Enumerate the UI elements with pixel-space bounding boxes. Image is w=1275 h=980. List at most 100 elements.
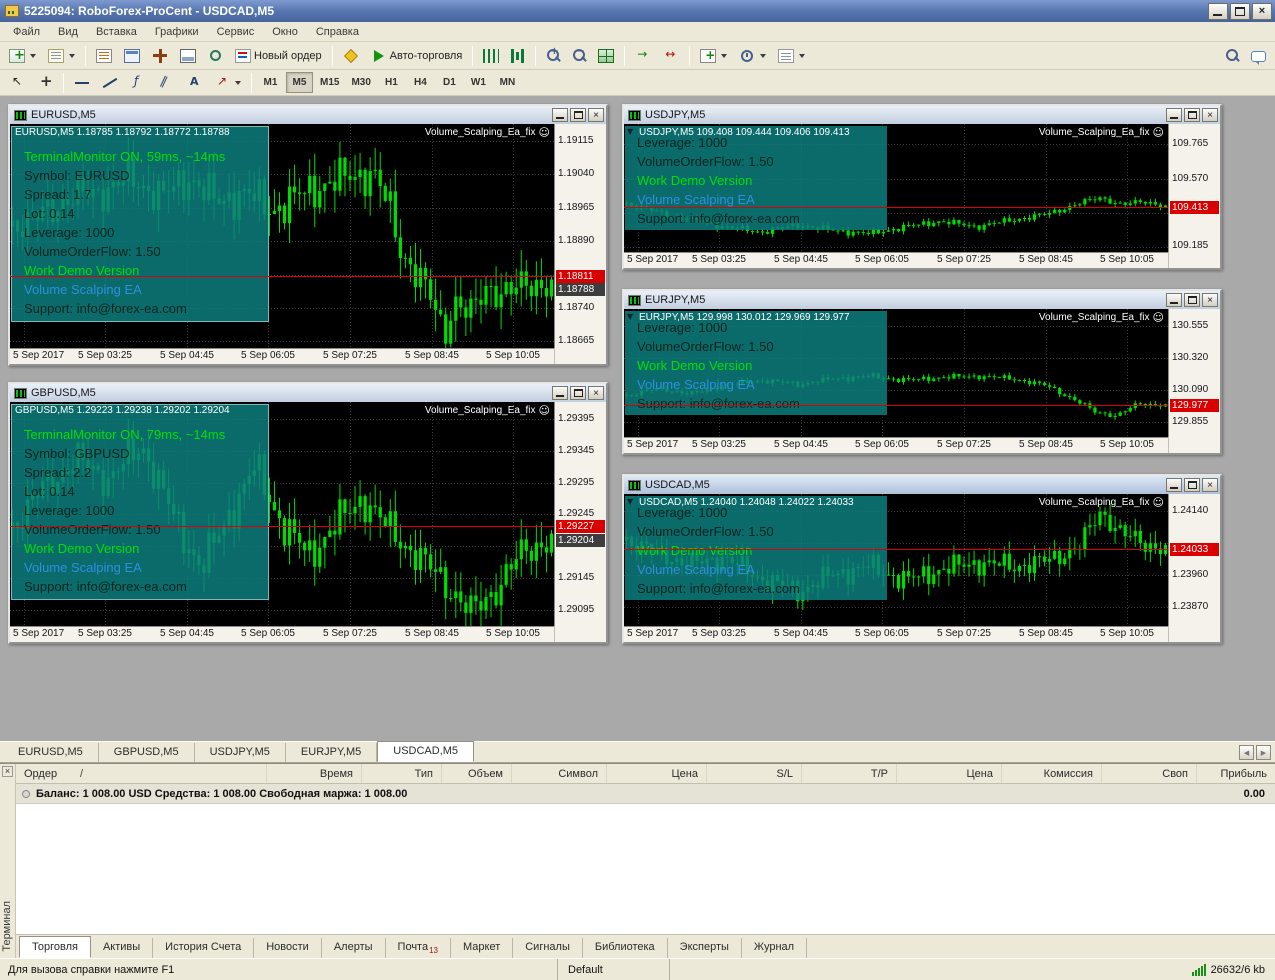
price-scale[interactable]: 1.19115 1.19040 1.18965 1.18890 1.18740 1.186…	[554, 124, 606, 348]
chart-maximize-button[interactable]	[1184, 478, 1200, 492]
menu-help[interactable]: Справка	[307, 24, 368, 40]
chart-maximize-button[interactable]	[570, 386, 586, 400]
chart-close-button[interactable]: ×	[588, 386, 604, 400]
new-order-button[interactable]: Новый ордер	[230, 44, 327, 68]
terminal-tab-account-history[interactable]: История Счета	[153, 938, 255, 958]
terminal-tab-trade[interactable]: Торговля	[19, 936, 91, 958]
community-button[interactable]	[1246, 44, 1271, 68]
terminal-tab-library[interactable]: Библиотека	[583, 938, 668, 958]
channel-button[interactable]	[153, 71, 179, 95]
chart-tab-gbpusd[interactable]: GBPUSD,M5	[99, 743, 195, 762]
column-header-6[interactable]: Цена	[606, 764, 706, 783]
horizontal-line-button[interactable]	[69, 71, 95, 95]
time-scale[interactable]: 5 Sep 2017 5 Sep 03:25 5 Sep 04:45 5 Sep 06…	[10, 626, 554, 642]
terminal-tab-alerts[interactable]: Алерты	[322, 938, 386, 958]
column-header-1[interactable]: Ордер /	[16, 764, 266, 783]
navigator-button[interactable]	[147, 44, 173, 68]
close-button[interactable]: ×	[1252, 2, 1272, 20]
menu-insert[interactable]: Вставка	[87, 24, 146, 40]
chart-minimize-button[interactable]	[552, 108, 568, 122]
chart-window-titlebar[interactable]: USDJPY,M5 ×	[624, 106, 1220, 124]
terminal-close-button[interactable]: ×	[2, 766, 13, 777]
chart-dropdown-arrow-icon[interactable]: ▼	[627, 312, 633, 321]
terminal-tab-exposure[interactable]: Активы	[91, 938, 154, 958]
column-header-7[interactable]: S/L	[706, 764, 801, 783]
column-header-5[interactable]: Символ	[511, 764, 606, 783]
price-scale[interactable]: 109.765 109.570 109.185 109.413	[1168, 124, 1220, 252]
zoom-in-button[interactable]	[541, 44, 565, 68]
time-scale[interactable]: 5 Sep 2017 5 Sep 03:25 5 Sep 04:45 5 Sep 06…	[624, 437, 1168, 453]
text-label-button[interactable]	[181, 71, 207, 95]
menu-window[interactable]: Окно	[263, 24, 307, 40]
column-header-8[interactable]: T/P	[801, 764, 896, 783]
timeframe-mn[interactable]: MN	[494, 72, 521, 93]
chart-close-button[interactable]: ×	[588, 108, 604, 122]
column-header-11[interactable]: Своп	[1101, 764, 1196, 783]
status-profile[interactable]: Default	[558, 959, 670, 980]
chart-minimize-button[interactable]	[1166, 293, 1182, 307]
chart-window-titlebar[interactable]: GBPUSD,M5 ×	[10, 384, 606, 402]
menu-file[interactable]: Файл	[4, 24, 49, 40]
search-button[interactable]	[1220, 44, 1244, 68]
chart-close-button[interactable]: ×	[1202, 108, 1218, 122]
terminal-tab-market[interactable]: Маркет	[451, 938, 514, 958]
menu-tools[interactable]: Сервис	[208, 24, 264, 40]
price-scale[interactable]: 130.555 130.320 130.090 129.855 129.977	[1168, 309, 1220, 437]
chart-shift-button[interactable]	[658, 44, 684, 68]
strategy-tester-button[interactable]	[203, 44, 228, 68]
chart-plot-area[interactable]: Leverage: 1000 VolumeOrderFlow: 1.50 Work …	[624, 124, 1168, 252]
column-header-3[interactable]: Тип	[361, 764, 441, 783]
time-scale[interactable]: 5 Sep 2017 5 Sep 03:25 5 Sep 04:45 5 Sep 06…	[624, 626, 1168, 642]
auto-scroll-button[interactable]	[630, 44, 656, 68]
terminal-tab-mailbox[interactable]: Почта13	[386, 938, 451, 958]
chart-window-titlebar[interactable]: USDCAD,M5 ×	[624, 476, 1220, 494]
chart-plot-area[interactable]: Leverage: 1000 VolumeOrderFlow: 1.50 Work …	[624, 309, 1168, 437]
terminal-tab-journal[interactable]: Журнал	[742, 938, 808, 958]
terminal-tab-experts[interactable]: Эксперты	[668, 938, 742, 958]
chart-candles-button[interactable]	[506, 44, 530, 68]
price-scale[interactable]: 1.24140 1.23960 1.23870 1.24033	[1168, 494, 1220, 626]
timeframe-h4[interactable]: H4	[407, 72, 434, 93]
chart-bars-button[interactable]	[478, 44, 504, 68]
metaeditor-button[interactable]	[338, 44, 364, 68]
terminal-button[interactable]	[175, 44, 201, 68]
chart-dropdown-arrow-icon[interactable]: ▼	[627, 497, 633, 506]
data-window-button[interactable]	[119, 44, 145, 68]
timeframe-h1[interactable]: H1	[378, 72, 405, 93]
chart-close-button[interactable]: ×	[1202, 478, 1218, 492]
market-watch-button[interactable]	[91, 44, 117, 68]
chart-tab-usdcad[interactable]: USDCAD,M5	[377, 741, 475, 762]
tab-scroll-right-icon[interactable]: ▶	[1256, 745, 1271, 760]
chart-tab-eurusd[interactable]: EURUSD,M5	[3, 743, 99, 762]
chart-window-titlebar[interactable]: EURUSD,M5 ×	[10, 106, 606, 124]
zoom-out-button[interactable]	[567, 44, 591, 68]
chart-maximize-button[interactable]	[1184, 293, 1200, 307]
timeframe-m1[interactable]: M1	[257, 72, 284, 93]
profiles-button[interactable]	[43, 44, 80, 68]
chart-maximize-button[interactable]	[1184, 108, 1200, 122]
crosshair-button[interactable]	[32, 71, 58, 95]
indicators-button[interactable]	[695, 44, 732, 68]
price-scale[interactable]: 1.29395 1.29345 1.29295 1.29245 1.29145 1.290…	[554, 402, 606, 626]
tab-scroll-left-icon[interactable]: ◀	[1239, 745, 1254, 760]
timeframe-m5[interactable]: M5	[286, 72, 313, 93]
templates-button[interactable]	[773, 44, 810, 68]
chart-plot-area[interactable]: TerminalMonitor ON, 79ms, ~14ms Symbol: G…	[10, 402, 554, 626]
new-chart-button[interactable]	[4, 44, 41, 68]
column-header-10[interactable]: Комиссия	[1001, 764, 1101, 783]
chart-tab-usdjpy[interactable]: USDJPY,M5	[195, 743, 286, 762]
fibonacci-button[interactable]	[125, 71, 151, 95]
menu-charts[interactable]: Графики	[146, 24, 208, 40]
menu-view[interactable]: Вид	[49, 24, 87, 40]
timeframe-d1[interactable]: D1	[436, 72, 463, 93]
tile-windows-button[interactable]	[593, 44, 619, 68]
time-scale[interactable]: 5 Sep 2017 5 Sep 03:25 5 Sep 04:45 5 Sep 06…	[10, 348, 554, 364]
chart-plot-area[interactable]: TerminalMonitor ON, 59ms, ~14ms Symbol: E…	[10, 124, 554, 348]
orders-list-area[interactable]	[16, 804, 1275, 934]
chart-maximize-button[interactable]	[570, 108, 586, 122]
periods-button[interactable]	[734, 44, 771, 68]
column-header-12[interactable]: Прибыль	[1196, 764, 1275, 783]
timeframe-m30[interactable]: M30	[346, 72, 375, 93]
autotrading-button[interactable]: Авто-торговля	[366, 44, 468, 68]
chart-minimize-button[interactable]	[1166, 478, 1182, 492]
